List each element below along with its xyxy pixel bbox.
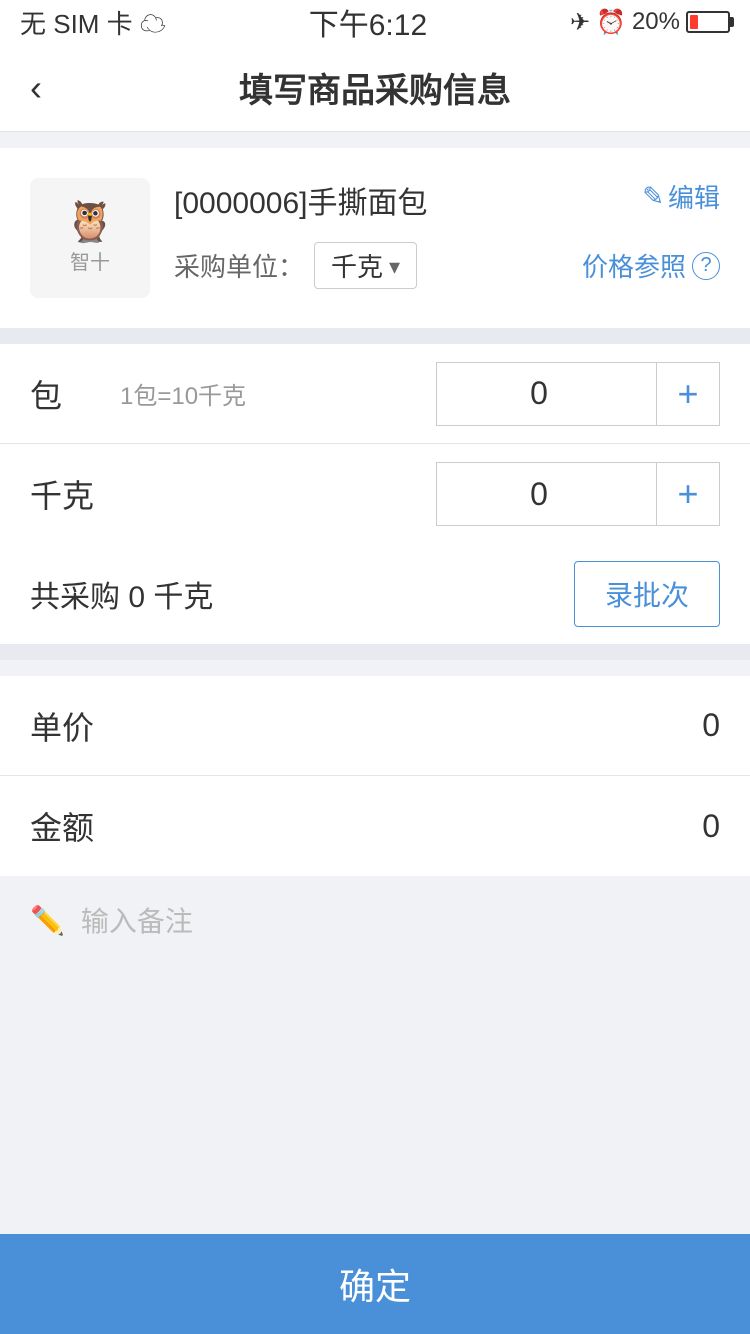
kg-input[interactable] [436,462,656,526]
kg-controls: + [436,462,720,526]
price-section: 单价 0 金额 0 [0,676,750,876]
unit-price-label: 单价 [30,703,94,749]
edit-button[interactable]: ✎ 编辑 [642,178,720,215]
alarm-icon: ⏰ [596,8,626,37]
product-card: 🦉 智十 [0000006]手撕面包 ✎ 编辑 采购单位： 千克 价格参照 ? [0,148,750,328]
chevron-down-icon [389,250,400,281]
status-left: 无 SIM 卡 ☁ [20,4,166,41]
package-controls: + [436,362,720,426]
product-thumbnail: 🦉 智十 [30,178,150,298]
package-input-row: 包 1包=10千克 + [0,344,750,444]
total-row: 共采购 0 千克 录批次 [0,544,750,644]
unit-price-value: 0 [702,707,720,744]
total-label: 共采购 0 千克 [30,572,213,616]
help-icon: ? [692,252,720,280]
edit-pencil-icon: ✎ [642,181,664,212]
kg-plus-button[interactable]: + [656,462,720,526]
status-bar: 无 SIM 卡 ☁ 下午6:12 ✈ ⏰ 20% [0,0,750,44]
unit-select[interactable]: 千克 [314,242,417,289]
amount-value: 0 [702,808,720,845]
unit-price-row: 单价 0 [0,676,750,776]
status-right: ✈ ⏰ 20% [570,8,730,37]
package-sublabel: 1包=10千克 [120,376,246,411]
back-button[interactable]: ‹ [20,57,52,119]
package-input[interactable] [436,362,656,426]
amount-label: 金额 [30,803,94,849]
sim-label: 无 SIM 卡 ☁ [20,4,166,41]
section-divider-1 [0,328,750,344]
remark-placeholder: 输入备注 [81,900,193,940]
amount-row: 金额 0 [0,776,750,876]
confirm-button[interactable]: 确定 [0,1234,750,1334]
product-name: [0000006]手撕面包 [174,178,427,222]
brand-label: 智十 [70,246,110,275]
section-divider-2 [0,644,750,660]
package-plus-button[interactable]: + [656,362,720,426]
kg-input-row: 千克 + [0,444,750,544]
unit-label: 采购单位： [174,247,304,284]
remark-section[interactable]: ✏️ 输入备注 [0,876,750,964]
input-section: 包 1包=10千克 + 千克 + [0,344,750,544]
battery-percent: 20% [632,8,680,36]
price-ref-button[interactable]: 价格参照 ? [582,247,720,284]
location-icon: ✈ [570,8,590,37]
package-label: 包 [30,371,110,417]
battery-icon [686,11,730,33]
owl-icon: 🦉 [65,202,115,242]
product-info: [0000006]手撕面包 ✎ 编辑 采购单位： 千克 价格参照 ? [174,178,720,289]
status-time: 下午6:12 [309,0,427,44]
kg-label: 千克 [30,471,110,517]
record-batch-button[interactable]: 录批次 [574,561,720,627]
nav-bar: ‹ 填写商品采购信息 [0,44,750,132]
product-meta: 采购单位： 千克 价格参照 ? [174,242,720,289]
pencil-icon: ✏️ [30,904,65,937]
page-title: 填写商品采购信息 [239,63,511,112]
